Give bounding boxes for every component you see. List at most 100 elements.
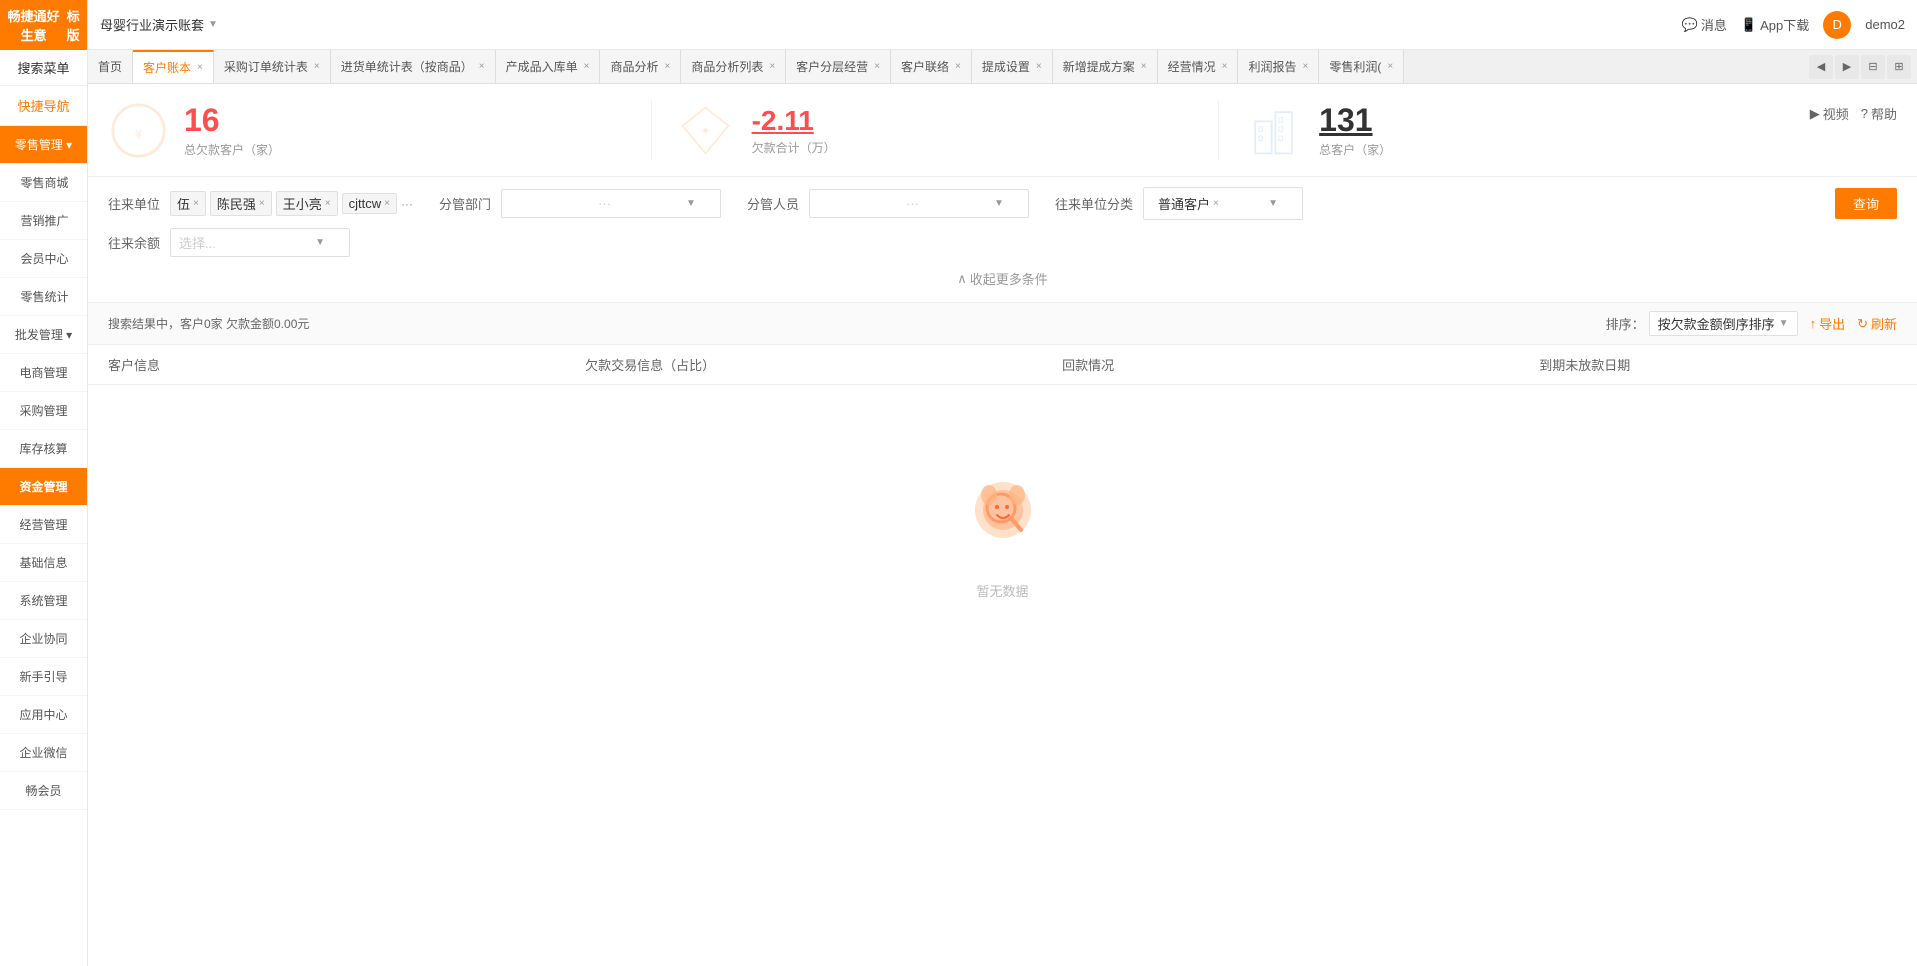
coin-icon: ¥ <box>108 100 168 160</box>
unit-tag-cjttcw[interactable]: cjttcw × <box>342 193 397 214</box>
tab-customer-contact[interactable]: 客户联络 × <box>891 50 972 84</box>
tab-product-analysis-list[interactable]: 商品分析列表 × <box>681 50 786 84</box>
unit-type-tag-normal[interactable]: 普通客户 × <box>1152 192 1225 215</box>
tab-close-retail-profit[interactable]: × <box>1387 61 1393 72</box>
unit-label: 往来单位 <box>108 194 160 213</box>
quick-nav[interactable]: 快捷导航 <box>0 86 87 126</box>
stat-number-total-customers: 131 <box>1319 102 1762 139</box>
tab-controls: ◀ ▶ ⊟ ⊞ <box>1809 55 1917 79</box>
export-btn[interactable]: ↑ 导出 <box>1810 314 1846 333</box>
tab-purchase-stat[interactable]: 采购订单统计表 × <box>214 50 331 84</box>
tab-close-product-analysis[interactable]: × <box>664 61 670 72</box>
collapse-btn[interactable]: ∧ 收起更多条件 <box>957 269 1048 288</box>
col-repayment: 回款情况 <box>1062 355 1539 374</box>
app-download-btn[interactable]: 📱 App下载 <box>1741 15 1809 34</box>
sidebar-item-operations[interactable]: 经营管理 <box>0 506 87 544</box>
tab-customer-tier[interactable]: 客户分层经营 × <box>786 50 891 84</box>
sidebar-item-enterprise[interactable]: 企业协同 <box>0 620 87 658</box>
unit-tag-chen[interactable]: 陈民强 × <box>210 191 272 216</box>
tab-scroll-left-btn[interactable]: ◀ <box>1809 55 1833 79</box>
user-avatar[interactable]: D <box>1823 11 1851 39</box>
sidebar-search-menu[interactable]: 搜索菜单 <box>0 50 87 86</box>
sidebar-item-retail-stats[interactable]: 零售统计 <box>0 278 87 316</box>
sidebar-item-purchase[interactable]: 采购管理 <box>0 392 87 430</box>
unit-type-label: 往来单位分类 <box>1055 194 1133 213</box>
stat-values-debt-customers: 16 总欠款客户（家） <box>184 102 627 158</box>
sidebar-item-retail-mall[interactable]: 零售商城 <box>0 164 87 202</box>
tab-close-customer-contact[interactable]: × <box>955 61 961 72</box>
table-header: 客户信息 欠款交易信息（占比） 回款情况 到期未放款日期 <box>88 345 1917 385</box>
stat-label-debt-amount: 欠款合计（万） <box>752 139 1195 156</box>
sidebar-item-vip[interactable]: 畅会员 <box>0 772 87 810</box>
help-btn[interactable]: ? 帮助 <box>1861 104 1897 123</box>
tab-close-operation-status[interactable]: × <box>1222 61 1228 72</box>
tab-customer-account[interactable]: 客户账本 × <box>133 50 214 84</box>
tab-close-purchase-stat[interactable]: × <box>314 61 320 72</box>
sidebar-item-basic[interactable]: 基础信息 <box>0 544 87 582</box>
sidebar-item-ecommerce[interactable]: 电商管理 <box>0 354 87 392</box>
messages-btn[interactable]: 💬 消息 <box>1682 15 1727 34</box>
tag-close-cjttcw[interactable]: × <box>384 198 390 209</box>
tab-new-raise-plan[interactable]: 新增提成方案 × <box>1053 50 1158 84</box>
sidebar-item-newuser[interactable]: 新手引导 <box>0 658 87 696</box>
tab-operation-status[interactable]: 经营情况 × <box>1158 50 1239 84</box>
unit-tag-wang[interactable]: 王小亮 × <box>276 191 338 216</box>
tab-fullscreen-btn[interactable]: ⊞ <box>1887 55 1911 79</box>
collapse-icon: ∧ <box>957 271 967 287</box>
refresh-btn[interactable]: ↻ 刷新 <box>1857 314 1897 333</box>
tab-bar: 首页 客户账本 × 采购订单统计表 × 进货单统计表（按商品） × 产成品入库单… <box>88 50 1917 84</box>
tab-expand-btn[interactable]: ⊟ <box>1861 55 1885 79</box>
stat-total-debt-amount: ✦ -2.11 欠款合计（万） <box>676 100 1220 160</box>
tab-product-inbound[interactable]: 产成品入库单 × <box>496 50 601 84</box>
sidebar-item-inventory[interactable]: 库存核算 <box>0 430 87 468</box>
sort-select[interactable]: 按欠款金额倒序排序 ▼ <box>1649 311 1798 336</box>
tab-product-analysis[interactable]: 商品分析 × <box>600 50 681 84</box>
tag-close-normal[interactable]: × <box>1213 198 1219 209</box>
filter-more-units[interactable]: ··· <box>401 197 413 211</box>
account-selector[interactable]: 母婴行业演示账套 ▼ <box>100 15 218 34</box>
tab-inventory-stat[interactable]: 进货单统计表（按商品） × <box>331 50 496 84</box>
tag-close-chen[interactable]: × <box>259 198 265 209</box>
dept-select[interactable]: ··· ▼ <box>501 189 721 218</box>
download-icon: 📱 <box>1741 17 1757 33</box>
sidebar-item-system[interactable]: 系统管理 <box>0 582 87 620</box>
tag-close-wang[interactable]: × <box>325 198 331 209</box>
tag-close-wu[interactable]: × <box>193 198 199 209</box>
stats-bar: ¥ 16 总欠款客户（家） ✦ -2.11 欠款合计 <box>88 84 1917 177</box>
tab-close-customer-account[interactable]: × <box>197 62 203 73</box>
sidebar-item-retail[interactable]: 零售管理 ▾ <box>0 126 87 164</box>
selector-chevron-icon: ▼ <box>208 19 218 30</box>
tab-close-profit-report[interactable]: × <box>1302 61 1308 72</box>
tab-raise-settings[interactable]: 提成设置 × <box>972 50 1053 84</box>
tab-retail-profit[interactable]: 零售利润( × <box>1319 50 1404 84</box>
sidebar: 畅捷通好生意 标版 搜索菜单 快捷导航 零售管理 ▾ 零售商城 营销推广 会员中… <box>0 0 88 966</box>
sidebar-item-wechat[interactable]: 企业微信 <box>0 734 87 772</box>
unit-type-select[interactable]: 普通客户 × ▼ <box>1143 187 1303 220</box>
tab-scroll-right-btn[interactable]: ▶ <box>1835 55 1859 79</box>
tab-close-inventory-stat[interactable]: × <box>479 61 485 72</box>
top-bar-left: 母婴行业演示账套 ▼ <box>100 15 218 34</box>
tab-close-new-raise-plan[interactable]: × <box>1141 61 1147 72</box>
query-button[interactable]: 查询 <box>1835 188 1897 219</box>
tab-close-raise-settings[interactable]: × <box>1036 61 1042 72</box>
svg-text:¥: ¥ <box>134 126 142 140</box>
tab-close-customer-tier[interactable]: × <box>874 61 880 72</box>
tab-close-product-inbound[interactable]: × <box>584 61 590 72</box>
stat-label-total-customers: 总客户（家） <box>1319 141 1762 158</box>
sidebar-item-wholesale[interactable]: 批发管理 ▾ <box>0 316 87 354</box>
tab-home[interactable]: 首页 <box>88 50 133 84</box>
sidebar-item-finance[interactable]: 资金管理 <box>0 468 87 506</box>
video-help-btn[interactable]: ▶ 视频 <box>1810 104 1849 123</box>
tab-close-product-analysis-list[interactable]: × <box>769 61 775 72</box>
person-label: 分管人员 <box>747 194 799 213</box>
sidebar-item-marketing[interactable]: 营销推广 <box>0 202 87 240</box>
sidebar-item-member[interactable]: 会员中心 <box>0 240 87 278</box>
person-select[interactable]: ··· ▼ <box>809 189 1029 218</box>
balance-select[interactable]: 选择... ▼ <box>170 228 350 257</box>
unit-tag-wu[interactable]: 伍 × <box>170 191 206 216</box>
help-icon: ? <box>1861 106 1868 121</box>
col-overdue-date: 到期未放款日期 <box>1539 355 1897 374</box>
tab-profit-report[interactable]: 利润报告 × <box>1238 50 1319 84</box>
sidebar-item-appcenter[interactable]: 应用中心 <box>0 696 87 734</box>
main-area: 母婴行业演示账套 ▼ 💬 消息 📱 App下载 D demo2 首页 客户账本 … <box>88 0 1917 966</box>
